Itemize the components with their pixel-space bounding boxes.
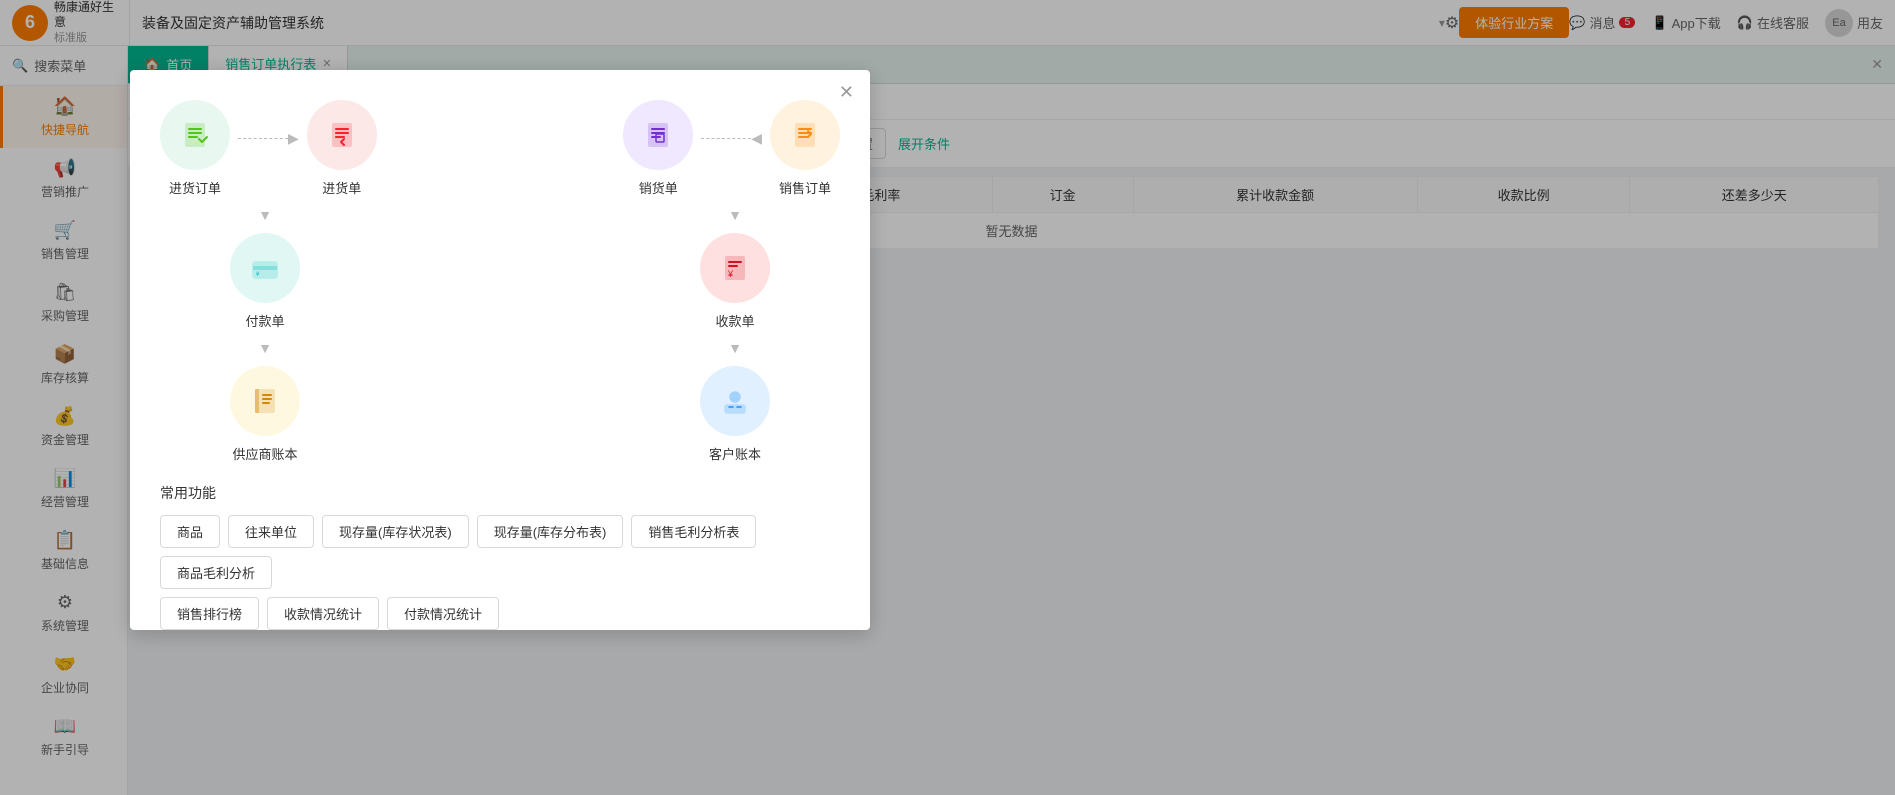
flow-node-payment: ¥ 付款单 bbox=[230, 233, 300, 330]
arrow-down-sales: ▼ bbox=[700, 207, 770, 223]
func-btn-counterpart[interactable]: 往来单位 bbox=[228, 515, 314, 548]
popup-close-button[interactable]: ✕ bbox=[839, 82, 854, 103]
func-btn-goods[interactable]: 商品 bbox=[160, 515, 220, 548]
flow-node-purchase-order: 进货订单 bbox=[160, 100, 230, 197]
flow-node-sales-bill: 销货单 bbox=[623, 100, 693, 197]
arrow-1: ▶ bbox=[238, 130, 299, 147]
payment-icon: ¥ bbox=[230, 233, 300, 303]
flow-node-supplier-ledger: 供应商账本 bbox=[230, 366, 300, 463]
flow-row-3: ¥ 付款单 ¥ 收款单 bbox=[160, 233, 840, 330]
arrow-2: ◀ bbox=[701, 130, 762, 147]
flow-node-customer-ledger: 客户账本 bbox=[700, 366, 770, 463]
func-buttons: 商品 往来单位 现存量(库存状况表) 现存量(库存分布表) 销售毛利分析表 商品… bbox=[160, 515, 840, 589]
func-buttons-row2: 销售排行榜 收款情况统计 付款情况统计 bbox=[160, 597, 840, 630]
sales-bill-icon bbox=[623, 100, 693, 170]
flow-node-purchase-bill: 进货单 bbox=[307, 100, 377, 197]
popup-card: ✕ 进货订单 ▶ bbox=[130, 70, 870, 630]
func-btn-sales-rank[interactable]: 销售排行榜 bbox=[160, 597, 259, 630]
common-funcs: 常用功能 商品 往来单位 现存量(库存状况表) 现存量(库存分布表) 销售毛利分… bbox=[160, 483, 840, 630]
func-btn-sales-profit[interactable]: 销售毛利分析表 bbox=[631, 515, 756, 548]
func-btn-payment-stat[interactable]: 付款情况统计 bbox=[387, 597, 499, 630]
arrow-down-payment: ▼ bbox=[230, 340, 300, 356]
flow-row-4: ▼ ▼ bbox=[160, 340, 840, 356]
customer-ledger-icon bbox=[700, 366, 770, 436]
common-funcs-title: 常用功能 bbox=[160, 483, 840, 503]
receipt-icon: ¥ bbox=[700, 233, 770, 303]
arrow-down-receipt: ▼ bbox=[700, 340, 770, 356]
purchase-bill-icon bbox=[307, 100, 377, 170]
purchase-order-icon bbox=[160, 100, 230, 170]
sales-order-icon bbox=[770, 100, 840, 170]
supplier-ledger-icon bbox=[230, 366, 300, 436]
popup-overlay: ✕ 进货订单 ▶ bbox=[0, 0, 1895, 795]
flow-node-sales-order: 销售订单 bbox=[770, 100, 840, 197]
func-btn-receipt-stat[interactable]: 收款情况统计 bbox=[267, 597, 379, 630]
flow-row-1: 进货订单 ▶ 进货单 bbox=[160, 100, 840, 197]
flow-node-receipt: ¥ 收款单 bbox=[700, 233, 770, 330]
func-btn-inventory-dist[interactable]: 现存量(库存分布表) bbox=[477, 515, 624, 548]
func-btn-inventory-status[interactable]: 现存量(库存状况表) bbox=[322, 515, 469, 548]
func-btn-goods-profit[interactable]: 商品毛利分析 bbox=[160, 556, 272, 589]
svg-text:¥: ¥ bbox=[727, 269, 734, 279]
flow-row-5: 供应商账本 客户账本 bbox=[160, 366, 840, 463]
flow-row-2: ▼ ▼ bbox=[160, 207, 840, 223]
arrow-down-purchase: ▼ bbox=[230, 207, 300, 223]
